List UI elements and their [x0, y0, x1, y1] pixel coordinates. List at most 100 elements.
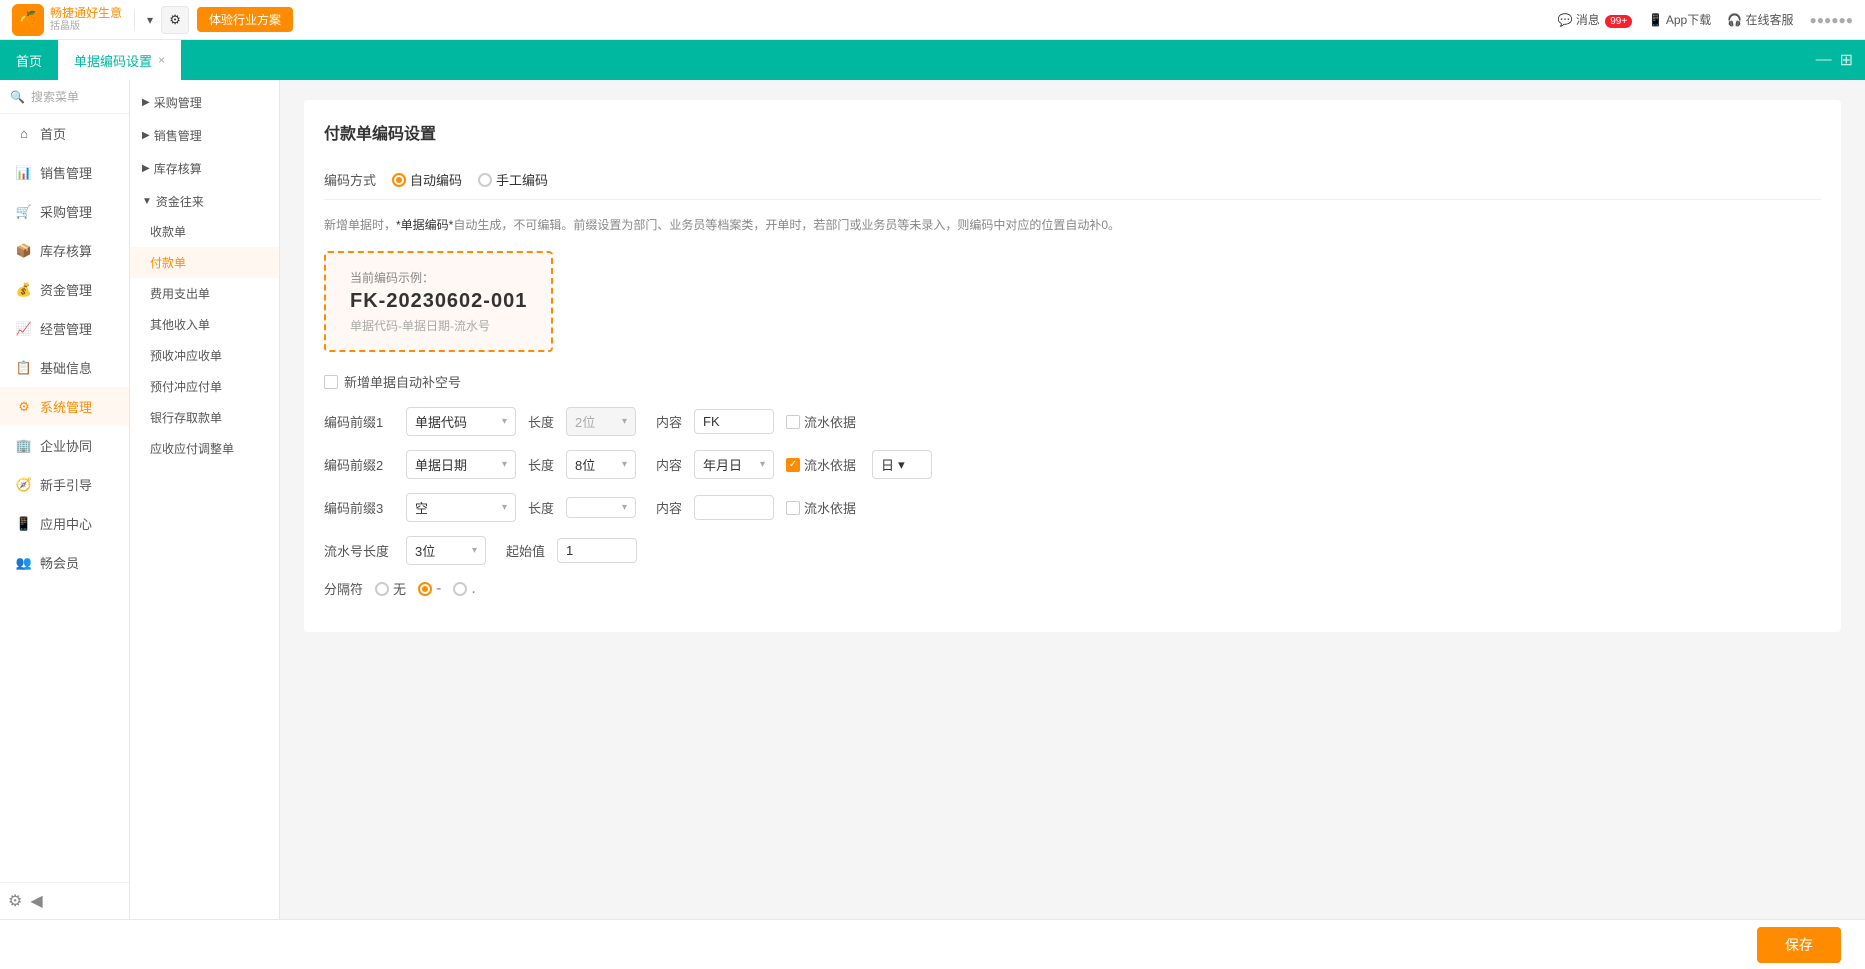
save-button[interactable]: 保存 [1757, 927, 1841, 963]
message-badge: 99+ [1605, 15, 1632, 28]
sidebar-collapse-button[interactable]: ◀ [30, 891, 42, 911]
sub-item-payments[interactable]: 付款单 [130, 247, 279, 278]
sales-icon: 📊 [16, 165, 32, 181]
form-row-prefix3: 编码前缀3 空 ▾ 长度 ▾ 内容 流水依据 [324, 493, 1821, 522]
serial-length-select[interactable]: 3位 ▾ [406, 536, 486, 565]
company-dropdown[interactable]: ▾ [147, 13, 153, 27]
prefix3-select[interactable]: 空 ▾ [406, 493, 516, 522]
serial-day-select[interactable]: 日 ▾ [872, 450, 932, 479]
sub-item-income[interactable]: 其他收入单 [130, 309, 279, 340]
serial-checkbox1[interactable] [786, 415, 800, 429]
sub-group-header-sales[interactable]: ▶ 销售管理 [130, 121, 279, 150]
sub-group-label: 资金往来 [156, 193, 204, 210]
base-icon: 📋 [16, 360, 32, 376]
content1-label: 内容 [656, 412, 682, 431]
home-icon: ⌂ [16, 126, 32, 142]
sub-item-bank[interactable]: 银行存取款单 [130, 402, 279, 433]
serial-checkbox2[interactable]: ✓ [786, 458, 800, 472]
auto-encode-option[interactable]: 自动编码 [392, 170, 462, 189]
sub-group-label: 采购管理 [154, 94, 202, 111]
sep-dash-option[interactable]: - [418, 580, 441, 598]
chevron-down-icon: ▾ [502, 416, 507, 427]
sidebar-item-app[interactable]: 📱 应用中心 [0, 504, 129, 543]
chevron-down-icon: ▾ [502, 502, 507, 513]
preview-code: FK-20230602-001 [350, 290, 527, 313]
sidebar-item-label: 销售管理 [40, 163, 92, 182]
sub-group-header-finance[interactable]: ▼ 资金往来 [130, 187, 279, 216]
sidebar-item-home[interactable]: ⌂ 首页 [0, 114, 129, 153]
tab-code-setting[interactable]: 单据编码设置 × [58, 40, 181, 80]
chevron-down-icon: ▼ [142, 196, 152, 207]
length1-select[interactable]: 2位 ▾ [566, 407, 636, 436]
sidebar-settings-button[interactable]: ⚙ [8, 891, 22, 911]
topbar: 🍊 畅捷通好生意 括晶版 ▾ ⚙ 体验行业方案 💬 消息 99+ 📱 App下载… [0, 0, 1865, 40]
app-download[interactable]: 📱 App下载 [1648, 11, 1711, 28]
member-icon: 👥 [16, 555, 32, 571]
sidebar-item-sales[interactable]: 📊 销售管理 [0, 153, 129, 192]
length1-label: 长度 [528, 412, 554, 431]
sidebar-item-stock[interactable]: 📦 库存核算 [0, 231, 129, 270]
prefix2-select[interactable]: 单据日期 ▾ [406, 450, 516, 479]
content2-select[interactable]: 年月日 ▾ [694, 450, 774, 479]
length2-select[interactable]: 8位 ▾ [566, 450, 636, 479]
settings-button[interactable]: ⚙ [161, 6, 189, 34]
serial-check3[interactable]: 流水依据 [786, 498, 856, 517]
sep-dot-radio[interactable] [453, 582, 467, 596]
ops-icon: 📈 [16, 321, 32, 337]
separator-row: 分隔符 无 - . [324, 579, 1821, 598]
sep-none-radio[interactable] [375, 582, 389, 596]
content3-input[interactable] [694, 495, 774, 520]
encode-method-row: 编码方式 自动编码 手工编码 [324, 160, 1821, 200]
sub-item-receipts[interactable]: 收款单 [130, 216, 279, 247]
sidebar-item-finance[interactable]: 💰 资金管理 [0, 270, 129, 309]
prefix1-select[interactable]: 单据代码 ▾ [406, 407, 516, 436]
content1-input[interactable] [694, 409, 774, 434]
collapse-icon[interactable]: ⊞ [1840, 50, 1853, 70]
expand-icon[interactable]: — [1816, 51, 1832, 69]
logo-icon: 🍊 [12, 4, 44, 36]
sep-none-option[interactable]: 无 [375, 579, 406, 598]
sidebar-item-base[interactable]: 📋 基础信息 [0, 348, 129, 387]
tab-home[interactable]: 首页 [0, 40, 58, 80]
topbar-divider [134, 10, 135, 30]
sidebar-item-ops[interactable]: 📈 经营管理 [0, 309, 129, 348]
serial-check2[interactable]: ✓ 流水依据 [786, 455, 856, 474]
online-service[interactable]: 🎧 在线客服 [1727, 11, 1793, 28]
sep-dot-option[interactable]: . [453, 580, 475, 598]
tab-close-icon[interactable]: × [158, 53, 165, 67]
message-item[interactable]: 💬 消息 99+ [1558, 11, 1633, 28]
sidebar-item-purchase[interactable]: 🛒 采购管理 [0, 192, 129, 231]
prefix1-label: 编码前缀1 [324, 412, 394, 431]
sidebar-item-member[interactable]: 👥 畅会员 [0, 543, 129, 582]
sub-group-header-purchase[interactable]: ▶ 采购管理 [130, 88, 279, 117]
auto-fill-checkbox[interactable] [324, 375, 338, 389]
sep-dash-radio[interactable] [418, 582, 432, 596]
trial-button[interactable]: 体验行业方案 [197, 7, 293, 32]
search-menu[interactable]: 🔍 搜索菜单 [0, 80, 129, 114]
sub-item-prepayments[interactable]: 预付冲应付单 [130, 371, 279, 402]
sub-group-label: 库存核算 [154, 160, 202, 177]
chevron-down-icon: ▾ [502, 459, 507, 470]
auto-encode-label: 自动编码 [410, 170, 462, 189]
sidebar-item-label: 系统管理 [40, 397, 92, 416]
serial-check1[interactable]: 流水依据 [786, 412, 856, 431]
sub-item-prereceipts[interactable]: 预收冲应收单 [130, 340, 279, 371]
user-info[interactable]: ●●●●●● [1810, 13, 1854, 27]
start-value-input[interactable] [557, 538, 637, 563]
sub-item-adjust[interactable]: 应收应付调整单 [130, 433, 279, 464]
sidebar-item-system[interactable]: ⚙ 系统管理 [0, 387, 129, 426]
start-value-label: 起始值 [506, 541, 545, 560]
serial-checkbox3[interactable] [786, 501, 800, 515]
nav-tabs: 首页 单据编码设置 × — ⊞ [0, 40, 1865, 80]
auto-encode-radio[interactable] [392, 173, 406, 187]
sidebar-item-label: 畅会员 [40, 553, 79, 572]
manual-encode-option[interactable]: 手工编码 [478, 170, 548, 189]
sidebar-item-guide[interactable]: 🧭 新手引导 [0, 465, 129, 504]
sub-group-header-stock[interactable]: ▶ 库存核算 [130, 154, 279, 183]
sep-none-label: 无 [393, 579, 406, 598]
sidebar-footer: ⚙ ◀ [0, 882, 129, 919]
manual-encode-radio[interactable] [478, 173, 492, 187]
sidebar-item-corp[interactable]: 🏢 企业协同 [0, 426, 129, 465]
length3-select[interactable]: ▾ [566, 497, 636, 518]
sub-item-expenses[interactable]: 费用支出单 [130, 278, 279, 309]
